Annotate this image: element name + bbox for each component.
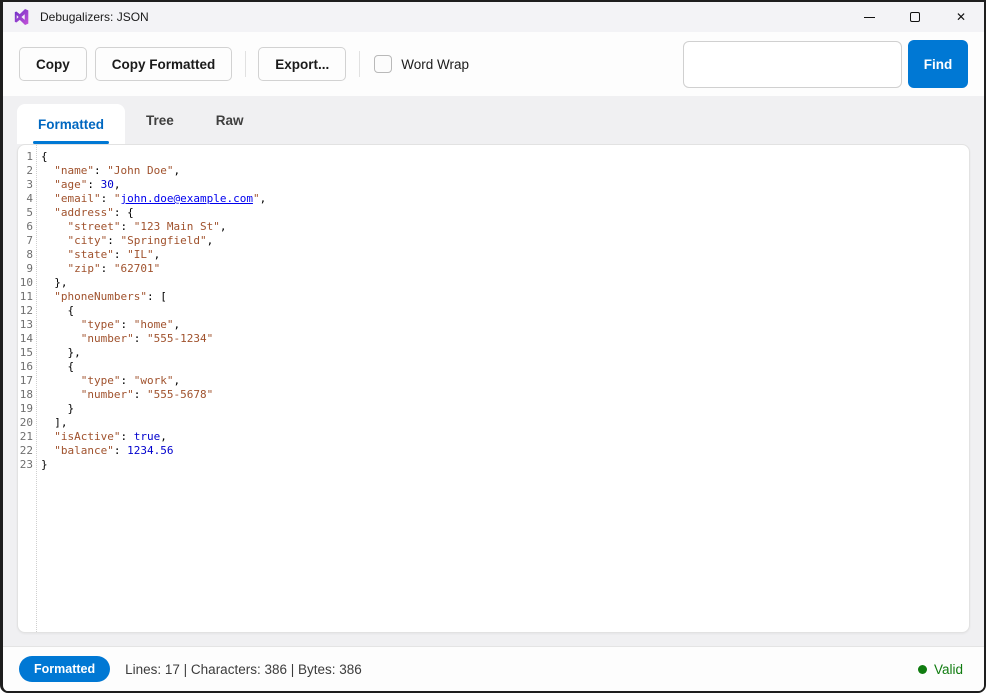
close-icon: ✕ [955,10,967,24]
valid-label: Valid [933,661,963,677]
line-number: 19 [19,402,33,415]
tab-formatted[interactable]: Formatted [17,104,126,144]
code-line: }, [41,276,68,289]
main-area: Formatted Tree Raw 1 2 3 4 5 6 7 8 9 10 11 12 13 14 15… [3,96,984,646]
minimize-button[interactable] [846,2,892,32]
word-wrap-checkbox[interactable] [374,55,393,73]
line-number: 12 [19,304,33,317]
minimize-icon [863,16,875,18]
email-link[interactable]: john.doe@example.com [120,192,252,205]
line-number: 14 [19,332,33,345]
line-number: 5 [26,206,33,219]
code-line: "age": 30, [54,178,121,191]
code-line: ], [41,416,68,429]
line-number: 22 [19,444,33,457]
app-logo-icon [12,8,30,26]
code-line: "city": "Springfield", [67,234,214,247]
maximize-icon [910,12,920,22]
line-number: 6 [26,220,33,233]
line-number: 23 [19,458,33,471]
tab-raw[interactable]: Raw [195,96,265,144]
code-line: { [41,304,75,317]
line-number: 15 [19,346,33,359]
window-controls: ✕ [846,2,984,32]
code-content: { "name": "John Doe", "age": 30, "email"… [37,145,969,632]
copy-button[interactable]: Copy [19,47,87,81]
validity-status: Valid [917,661,963,677]
title-bar: Debugalizers: JSON ✕ [3,2,984,32]
line-number: 9 [26,262,33,275]
line-number: 11 [19,290,33,303]
document-stats: Lines: 17 | Characters: 386 | Bytes: 386 [125,661,362,677]
code-line: "state": "IL", [67,248,161,261]
toolbar: Copy Copy Formatted Export... Word Wrap … [3,32,984,96]
line-number: 17 [19,374,33,387]
code-line: "number": "555-5678" [80,388,214,401]
code-line: "type": "work", [80,374,181,387]
code-line: "type": "home", [80,318,181,331]
line-number: 16 [19,360,33,373]
word-wrap-label: Word Wrap [401,56,470,72]
line-number: 10 [19,276,33,289]
window-title: Debugalizers: JSON [40,10,149,24]
status-bar: Formatted Lines: 17 | Characters: 386 | … [3,646,984,691]
code-line: "name": "John Doe", [54,164,181,177]
find-button[interactable]: Find [908,40,968,88]
app-window: Debugalizers: JSON ✕ Copy Copy Formatted… [0,0,986,693]
tab-tree[interactable]: Tree [125,96,195,144]
line-number-gutter: 1 2 3 4 5 6 7 8 9 10 11 12 13 14 15 16 17 18 19 20 21 22 23 [18,145,37,632]
code-line: } [41,402,75,415]
line-number: 3 [26,178,33,191]
tab-tree-label: Tree [146,112,174,128]
code-line: "phoneNumbers": [ [54,290,167,303]
tab-formatted-label: Formatted [38,116,105,132]
line-number: 13 [19,318,33,331]
close-button[interactable]: ✕ [938,2,984,32]
code-line: "street": "123 Main St", [67,220,227,233]
maximize-button[interactable] [892,2,938,32]
code-line: "number": "555-1234" [80,332,214,345]
word-wrap-toggle[interactable]: Word Wrap [374,55,469,73]
format-mode-badge: Formatted [19,656,111,682]
code-line: }, [41,346,81,359]
toolbar-separator [245,51,247,77]
code-line: "balance": 1234.56 [54,444,174,457]
code-line: "zip": "62701" [67,262,161,275]
code-line: { [41,360,75,373]
code-line: "address": { [54,206,134,219]
line-number: 4 [26,192,33,205]
code-line: "isActive": true, [54,430,167,443]
line-number: 21 [19,430,33,443]
line-number: 8 [26,248,33,261]
line-number: 20 [19,416,33,429]
code-line: "email": "john.doe@example.com", [54,192,267,205]
code-line: } [41,458,48,471]
toolbar-separator [359,51,361,77]
line-number: 18 [19,388,33,401]
copy-formatted-button[interactable]: Copy Formatted [94,47,233,81]
code-editor[interactable]: 1 2 3 4 5 6 7 8 9 10 11 12 13 14 15 16 17 18 19 20 21 22 23 { … [17,144,970,633]
search-input[interactable] [683,40,902,88]
tab-raw-label: Raw [215,112,244,128]
export-button[interactable]: Export... [258,47,347,81]
valid-dot-icon [917,664,927,674]
tab-strip: Formatted Tree Raw [17,96,970,144]
line-number: 2 [26,164,33,177]
line-number: 1 [26,150,33,163]
code-line: { [41,150,48,163]
line-number: 7 [26,234,33,247]
